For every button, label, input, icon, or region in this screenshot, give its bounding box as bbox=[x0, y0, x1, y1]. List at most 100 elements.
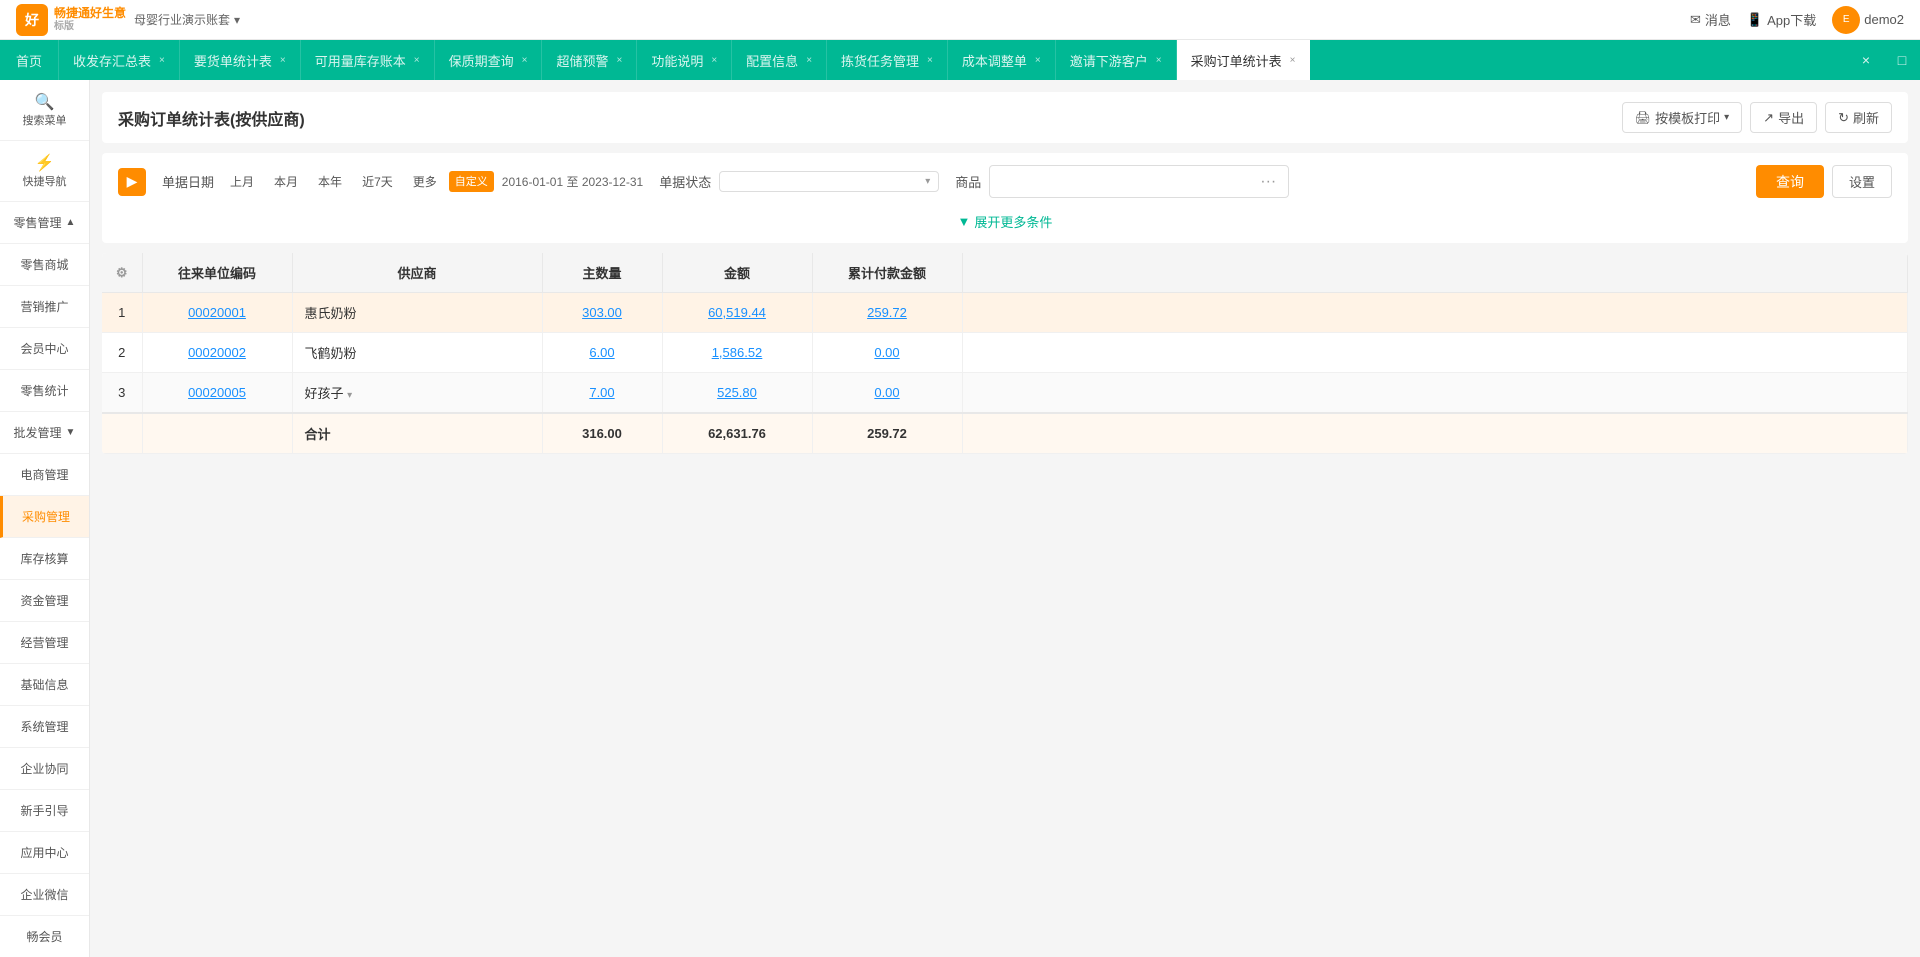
status-select[interactable]: ▾ bbox=[719, 171, 939, 192]
close-icon[interactable]: × bbox=[1035, 55, 1041, 66]
tab-paihuorenwu[interactable]: 拣货任务管理 × bbox=[827, 40, 948, 80]
print-button[interactable]: 🖨 按模板打印 ▾ bbox=[1622, 102, 1743, 133]
row-qty-3: 7.00 bbox=[542, 373, 662, 414]
tab-shoufahuizonghebiao[interactable]: 收发存汇总表 × bbox=[59, 40, 180, 80]
sidebar-item-cooperation[interactable]: 企业协同 bbox=[0, 748, 89, 790]
close-icon[interactable]: × bbox=[711, 55, 717, 66]
query-button[interactable]: 查询 bbox=[1756, 165, 1824, 198]
tab-home[interactable]: 首页 bbox=[0, 40, 59, 80]
row-supplier-3: 好孩子 ▾ bbox=[292, 373, 542, 414]
sidebar-item-marketing[interactable]: 营销推广 bbox=[0, 286, 89, 328]
setting-button[interactable]: 设置 bbox=[1832, 165, 1892, 198]
row-paid-2: 0.00 bbox=[812, 333, 962, 373]
close-tab-button[interactable]: × bbox=[1848, 40, 1884, 80]
sidebar-item-system[interactable]: 系统管理 bbox=[0, 706, 89, 748]
footer-empty-1 bbox=[102, 413, 142, 454]
close-icon[interactable]: × bbox=[927, 55, 933, 66]
expand-more-button[interactable]: ▼ 展开更多条件 bbox=[958, 212, 1053, 231]
maximize-button[interactable]: □ bbox=[1884, 40, 1920, 80]
shortcut-this-month[interactable]: 本月 bbox=[266, 171, 306, 192]
date-filter-label: 单据日期 bbox=[162, 172, 214, 191]
chevron-icon: ▲ bbox=[66, 217, 76, 228]
sidebar-item-quicknav[interactable]: ⚡ 快捷导航 bbox=[0, 141, 89, 202]
tab-caigoudantongji[interactable]: 采购订单统计表 × bbox=[1177, 40, 1311, 80]
tab-baozhixian[interactable]: 保质期查询 × bbox=[435, 40, 543, 80]
paid-link-1[interactable]: 259.72 bbox=[867, 305, 907, 320]
close-icon[interactable]: × bbox=[806, 55, 812, 66]
export-icon: ↗ bbox=[1763, 110, 1774, 126]
amount-link-2[interactable]: 1,586.52 bbox=[712, 345, 763, 360]
purchase-stats-table: ⚙ 往来单位编码 供应商 主数量 金额 bbox=[102, 253, 1908, 454]
tab-chaochuyujing[interactable]: 超储预警 × bbox=[542, 40, 637, 80]
row-paid-1: 259.72 bbox=[812, 293, 962, 333]
filter-toggle-button[interactable]: ▶ bbox=[118, 168, 146, 196]
amount-link-1[interactable]: 60,519.44 bbox=[708, 305, 766, 320]
paid-link-3[interactable]: 0.00 bbox=[874, 385, 899, 400]
sidebar-item-retail-shop[interactable]: 零售商城 bbox=[0, 244, 89, 286]
qty-link-1[interactable]: 303.00 bbox=[582, 305, 622, 320]
row-qty-1: 303.00 bbox=[542, 293, 662, 333]
table-row[interactable]: 3 00020005 好孩子 ▾ 7.00 525. bbox=[102, 373, 1908, 414]
tab-yaoqing[interactable]: 邀请下游客户 × bbox=[1056, 40, 1177, 80]
tab-peizhi[interactable]: 配置信息 × bbox=[732, 40, 827, 80]
qty-link-2[interactable]: 6.00 bbox=[589, 345, 614, 360]
tab-chengbentiaozhen[interactable]: 成本调整单 × bbox=[948, 40, 1056, 80]
sidebar-item-member[interactable]: 会员中心 bbox=[0, 328, 89, 370]
tab-keyongliang[interactable]: 可用量库存账本 × bbox=[301, 40, 435, 80]
close-icon[interactable]: × bbox=[522, 55, 528, 66]
close-icon[interactable]: × bbox=[616, 55, 622, 66]
message-button[interactable]: ✉ 消息 bbox=[1690, 10, 1731, 29]
goods-input[interactable] bbox=[998, 170, 1252, 193]
shortcut-last-month[interactable]: 上月 bbox=[222, 171, 262, 192]
sidebar-item-appcenter[interactable]: 应用中心 bbox=[0, 832, 89, 874]
code-link-3[interactable]: 00020005 bbox=[188, 385, 246, 400]
sidebar-item-purchase[interactable]: 采购管理 bbox=[0, 496, 89, 538]
refresh-button[interactable]: ↻ 刷新 bbox=[1825, 102, 1892, 133]
user-area[interactable]: E demo2 bbox=[1832, 6, 1904, 34]
shortcut-more[interactable]: 更多 bbox=[405, 171, 445, 192]
code-link-2[interactable]: 00020002 bbox=[188, 345, 246, 360]
sidebar-item-wholesale[interactable]: 批发管理 ▼ bbox=[0, 412, 89, 454]
close-icon[interactable]: × bbox=[1290, 55, 1296, 66]
sidebar-item-newbie[interactable]: 新手引导 bbox=[0, 790, 89, 832]
app-logo: 好 bbox=[16, 4, 48, 36]
code-link-1[interactable]: 00020001 bbox=[188, 305, 246, 320]
sidebar-item-wechat[interactable]: 企业微信 bbox=[0, 874, 89, 916]
goods-ellipsis-button[interactable]: ··· bbox=[1256, 173, 1280, 191]
export-button[interactable]: ↗ 导出 bbox=[1750, 102, 1817, 133]
close-icon[interactable]: × bbox=[280, 55, 286, 66]
paid-link-2[interactable]: 0.00 bbox=[874, 345, 899, 360]
sidebar-item-inventory[interactable]: 库存核算 bbox=[0, 538, 89, 580]
amount-link-3[interactable]: 525.80 bbox=[717, 385, 757, 400]
footer-amount: 62,631.76 bbox=[662, 413, 812, 454]
sidebar-item-retail[interactable]: 零售管理 ▲ bbox=[0, 202, 89, 244]
row-no-1: 1 bbox=[102, 293, 142, 333]
table-settings-icon[interactable]: ⚙ bbox=[116, 265, 128, 280]
sidebar-item-vip[interactable]: 畅会员 bbox=[0, 916, 89, 957]
col-header-qty: 主数量 bbox=[542, 253, 662, 293]
message-icon: ✉ bbox=[1690, 12, 1701, 28]
table-row[interactable]: 2 00020002 飞鹤奶粉 6.00 1,586.52 bbox=[102, 333, 1908, 373]
sidebar-item-search[interactable]: 🔍 搜索菜单 bbox=[0, 80, 89, 141]
tab-home-label: 首页 bbox=[16, 51, 42, 70]
shortcut-7days[interactable]: 近7天 bbox=[354, 171, 401, 192]
close-icon[interactable]: × bbox=[414, 55, 420, 66]
breadcrumb: 母婴行业演示账套 ▾ bbox=[134, 11, 240, 28]
close-icon[interactable]: × bbox=[159, 55, 165, 66]
tab-gongneng[interactable]: 功能说明 × bbox=[637, 40, 732, 80]
tab-yaohuodanjitongji[interactable]: 要货单统计表 × bbox=[180, 40, 301, 80]
main-layout: 🔍 搜索菜单 ⚡ 快捷导航 零售管理 ▲ 零售商城 营销推广 会员中心 零售统计… bbox=[0, 80, 1920, 957]
app-download-button[interactable]: 📱 App下载 bbox=[1747, 10, 1816, 29]
table-row[interactable]: 1 00020001 惠氏奶粉 303.00 60,519.44 bbox=[102, 293, 1908, 333]
sidebar-item-finance[interactable]: 资金管理 bbox=[0, 580, 89, 622]
sidebar-item-retail-stat[interactable]: 零售统计 bbox=[0, 370, 89, 412]
sidebar-item-operations[interactable]: 经营管理 bbox=[0, 622, 89, 664]
chevron-down-icon[interactable]: ▾ bbox=[234, 13, 240, 27]
qty-link-3[interactable]: 7.00 bbox=[589, 385, 614, 400]
shortcut-this-year[interactable]: 本年 bbox=[310, 171, 350, 192]
sidebar-item-basic[interactable]: 基础信息 bbox=[0, 664, 89, 706]
close-icon[interactable]: × bbox=[1156, 55, 1162, 66]
row-amount-3: 525.80 bbox=[662, 373, 812, 414]
custom-date-tag[interactable]: 自定义 bbox=[449, 171, 494, 192]
sidebar-item-ecommerce[interactable]: 电商管理 bbox=[0, 454, 89, 496]
